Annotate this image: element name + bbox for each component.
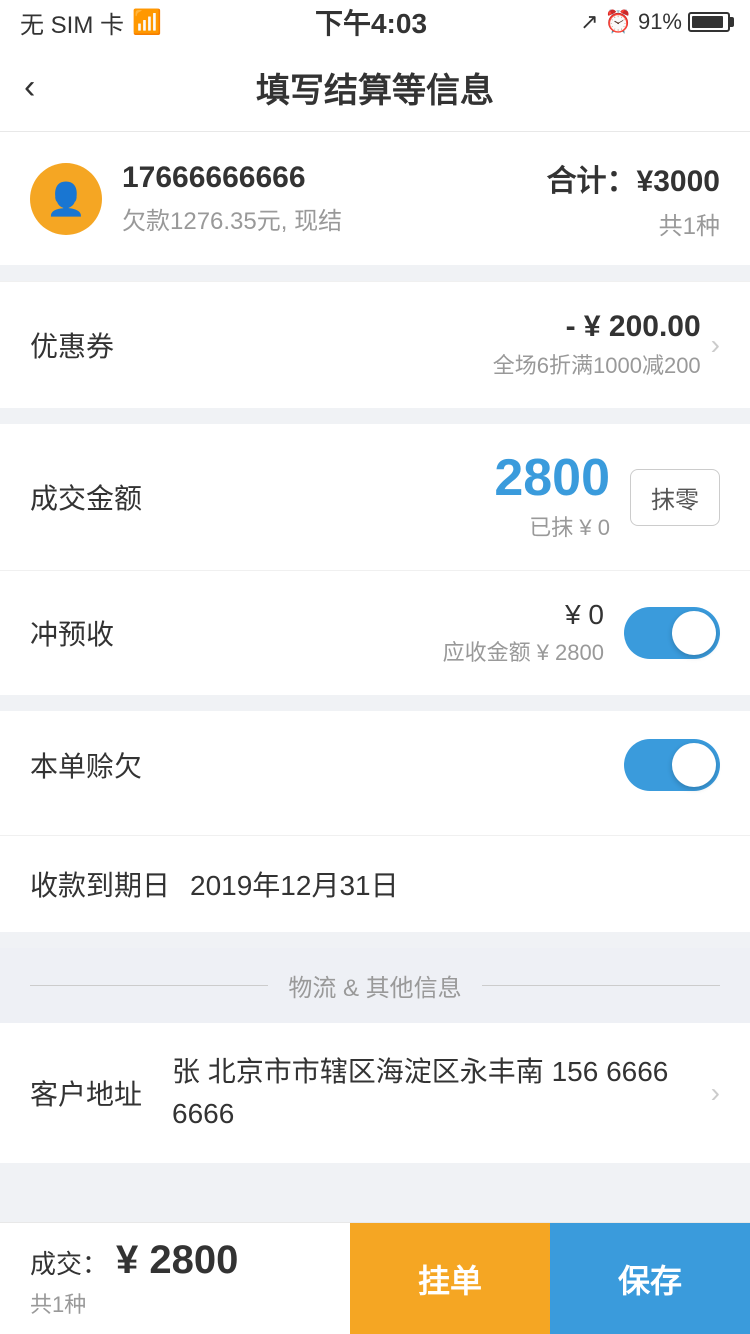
- bottom-deal-label: 成交：: [30, 1244, 108, 1281]
- duedate-value: 2019年12月31日: [190, 864, 399, 904]
- page-title: 填写结算等信息: [256, 63, 494, 112]
- user-info: 17666666666 欠款1276.35元, 现结: [122, 161, 342, 236]
- bottom-count: 共1种: [30, 1287, 320, 1319]
- coupon-right: - ¥ 200.00 全场6折满1000减200 ›: [493, 310, 720, 380]
- avatar: 👤: [30, 163, 102, 235]
- address-right: 张 北京市市辖区海淀区永丰南 156 6666 6666 ›: [172, 1051, 720, 1135]
- address-row[interactable]: 客户地址 张 北京市市辖区海淀区永丰南 156 6666 6666 ›: [0, 1023, 750, 1163]
- deal-section: 成交金额 2800 已抹 ¥ 0 抹零 冲预收 ¥ 0 应收金额 ¥ 2800: [0, 424, 750, 695]
- user-phone: 17666666666: [122, 161, 342, 195]
- total-amount: 合计：¥3000: [547, 156, 720, 200]
- debt-row: 本单赊欠: [0, 711, 750, 819]
- sim-label: 无 SIM 卡: [20, 5, 124, 40]
- round-button[interactable]: 抹零: [630, 469, 720, 526]
- toggle-knob: [672, 611, 716, 655]
- debt-toggle[interactable]: [624, 739, 720, 791]
- address-value: 张 北京市市辖区海淀区永丰南 156 6666 6666: [172, 1051, 701, 1135]
- wifi-icon: 📶: [132, 8, 162, 37]
- precollect-amount-wrap: ¥ 0 应收金额 ¥ 2800: [443, 599, 604, 667]
- debt-toggle-knob: [672, 743, 716, 787]
- battery-percentage: 91%: [638, 9, 682, 35]
- status-left: 无 SIM 卡 📶: [20, 5, 162, 40]
- save-button[interactable]: 保存: [550, 1223, 750, 1334]
- bottom-bar: 成交： ¥ 2800 共1种 挂单 保存: [0, 1222, 750, 1334]
- deal-row: 成交金额 2800 已抹 ¥ 0 抹零: [0, 424, 750, 570]
- deal-label: 成交金额: [30, 477, 142, 517]
- duedate-label: 收款到期日: [30, 864, 170, 904]
- bottom-summary: 成交： ¥ 2800 共1种: [0, 1238, 350, 1319]
- coupon-sub: 全场6折满1000减200: [493, 348, 701, 380]
- total-count: 共1种: [547, 206, 720, 241]
- divider-line-right: [482, 985, 720, 986]
- bottom-deal-amount: ¥ 2800: [116, 1238, 238, 1283]
- address-label: 客户地址: [30, 1073, 142, 1113]
- precollect-sub: 应收金额 ¥ 2800: [443, 635, 604, 667]
- duedate-row: 收款到期日 2019年12月31日: [0, 835, 750, 932]
- deal-amount-wrap: 2800 已抹 ¥ 0: [494, 452, 610, 542]
- coupon-amount-wrap: - ¥ 200.00 全场6折满1000减200: [493, 310, 701, 380]
- precollect-label: 冲预收: [30, 613, 114, 653]
- nav-bar: ‹ 填写结算等信息: [0, 44, 750, 132]
- status-time: 下午4:03: [315, 2, 427, 42]
- precollect-toggle[interactable]: [624, 607, 720, 659]
- content: 👤 17666666666 欠款1276.35元, 现结 合计：¥3000 共1…: [0, 132, 750, 1299]
- deal-right: 2800 已抹 ¥ 0 抹零: [494, 452, 720, 542]
- precollect-right: ¥ 0 应收金额 ¥ 2800: [443, 599, 720, 667]
- divider-line-left: [30, 985, 268, 986]
- user-right: 合计：¥3000 共1种: [547, 156, 720, 241]
- deal-amount: 2800: [494, 452, 610, 504]
- coupon-label: 优惠券: [30, 325, 114, 365]
- debt-section: 本单赊欠 收款到期日 2019年12月31日: [0, 711, 750, 932]
- user-sub-text: 欠款1276.35元, 现结: [122, 201, 342, 236]
- user-left: 👤 17666666666 欠款1276.35元, 现结: [30, 161, 342, 236]
- divider-section: 物流 & 其他信息: [0, 948, 750, 1023]
- avatar-icon: 👤: [46, 180, 86, 218]
- status-bar: 无 SIM 卡 📶 下午4:03 ↗ ⏰ 91%: [0, 0, 750, 44]
- location-icon: ↗: [580, 9, 598, 35]
- divider-text: 物流 & 其他信息: [288, 968, 461, 1003]
- coupon-discount: - ¥ 200.00: [493, 310, 701, 344]
- address-chevron-icon: ›: [711, 1077, 720, 1109]
- battery-icon: [688, 12, 730, 32]
- alarm-icon: ⏰: [605, 9, 632, 35]
- precollect-amount: ¥ 0: [443, 599, 604, 631]
- pending-button[interactable]: 挂单: [350, 1223, 550, 1334]
- precollect-row: 冲预收 ¥ 0 应收金额 ¥ 2800: [0, 570, 750, 695]
- back-button[interactable]: ‹: [24, 68, 35, 107]
- status-right: ↗ ⏰ 91%: [580, 9, 730, 35]
- coupon-row[interactable]: 优惠券 - ¥ 200.00 全场6折满1000减200 ›: [0, 281, 750, 408]
- deal-sub: 已抹 ¥ 0: [494, 510, 610, 542]
- user-info-card: 👤 17666666666 欠款1276.35元, 现结 合计：¥3000 共1…: [0, 132, 750, 265]
- chevron-right-icon: ›: [711, 329, 720, 361]
- debt-label: 本单赊欠: [30, 745, 142, 785]
- bottom-deal: 成交： ¥ 2800: [30, 1238, 320, 1283]
